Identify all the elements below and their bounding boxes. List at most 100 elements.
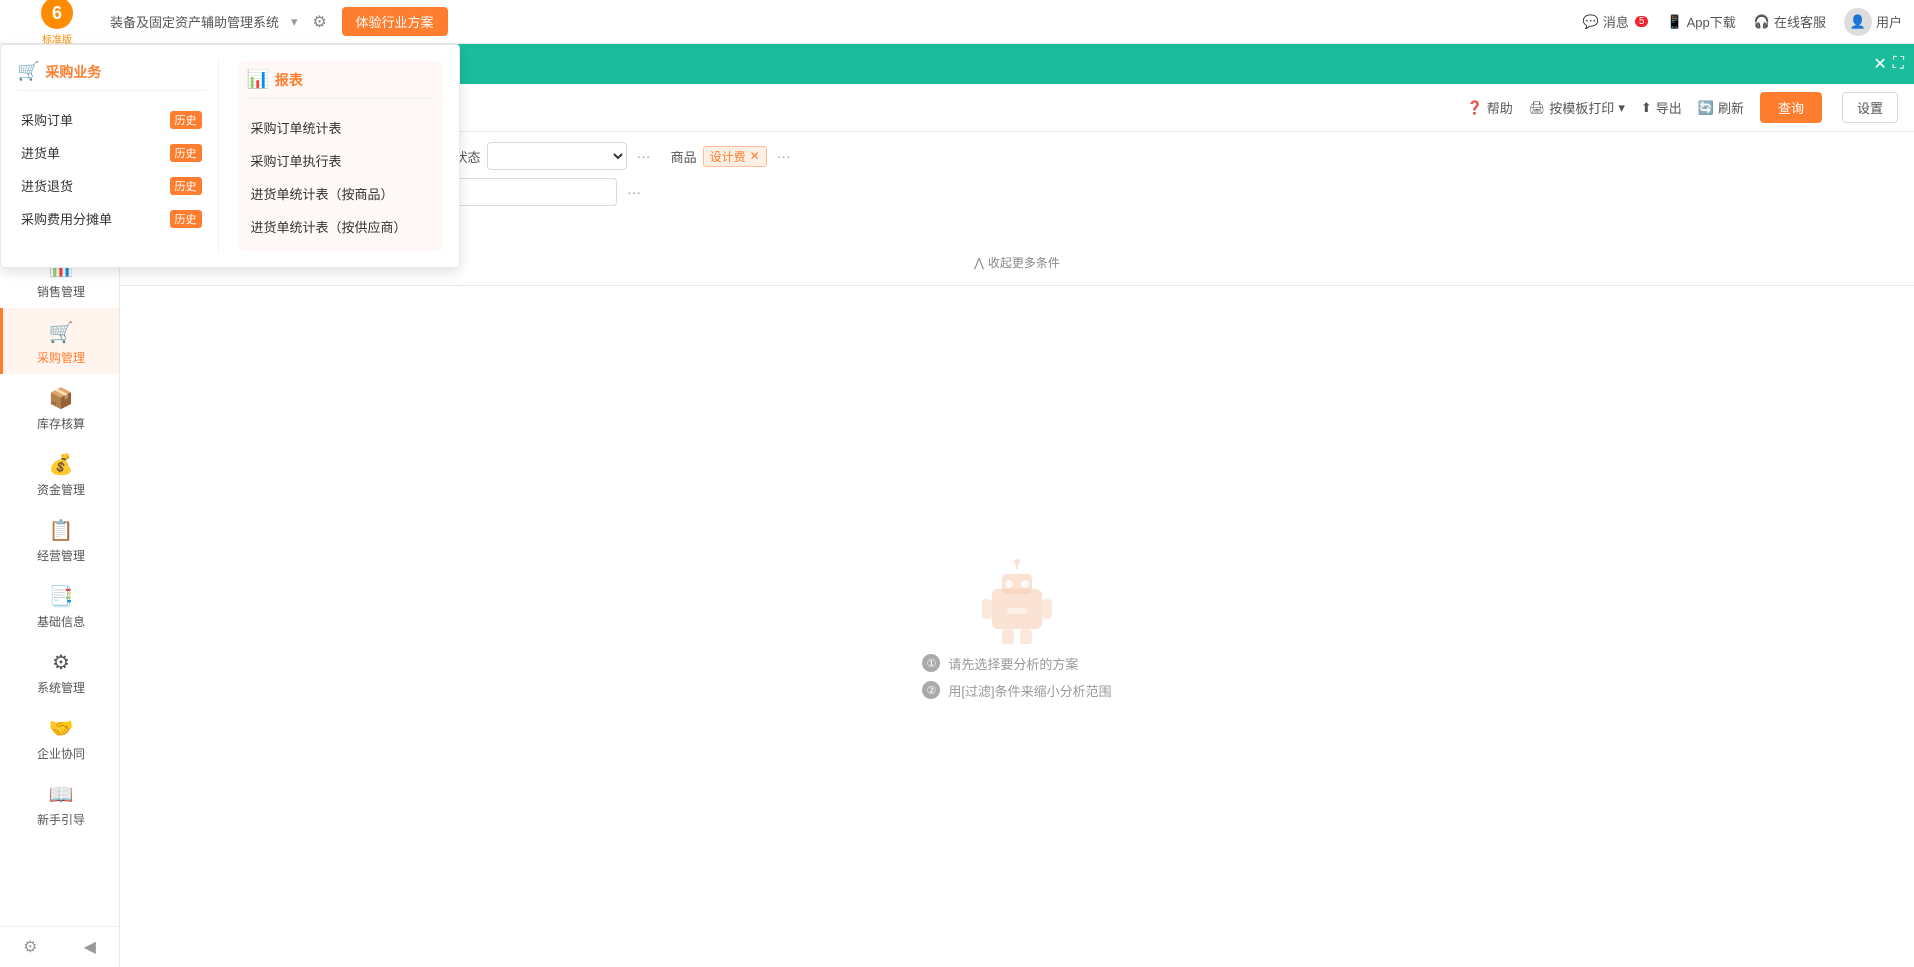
phone-icon: 📱 <box>1666 14 1682 30</box>
sidebar-label-operations: 经营管理 <box>37 547 85 564</box>
refresh-button[interactable]: 🔄 刷新 <box>1698 98 1744 117</box>
history-badge-purchase-expense[interactable]: 历史 <box>170 210 202 228</box>
refresh-label: 刷新 <box>1718 98 1744 117</box>
sidebar-footer: ⚙ ◀ <box>0 926 119 967</box>
sidebar-item-basic-info[interactable]: 📑 基础信息 <box>0 572 119 638</box>
dropdown-right-item-purchase-order-exec[interactable]: 采购订单执行表 <box>247 144 436 177</box>
empty-hint-item-1: ① 请先选择要分析的方案 <box>922 654 1111 673</box>
sidebar-label-enterprise: 企业协同 <box>37 745 85 762</box>
purchase-icon: 🛒 <box>17 61 39 82</box>
filter-goods-tag-close[interactable]: ✕ <box>750 149 760 163</box>
dropdown-left-item-stock-return[interactable]: 进货退货历史 <box>17 169 206 202</box>
sidebar-item-purchase[interactable]: 🛒采购管理 <box>0 308 119 374</box>
empty-state: ① 请先选择要分析的方案 ② 用[过滤]条件来缩小分析范围 <box>120 286 1914 967</box>
messages-label: 消息 <box>1603 12 1629 31</box>
sidebar-item-operations[interactable]: 📋 经营管理 <box>0 506 119 572</box>
dropdown-left-label-purchase-order: 采购订单 <box>21 110 73 129</box>
dropdown-left-label-stock-in: 进货单 <box>21 143 60 162</box>
title-dropdown-icon[interactable]: ▾ <box>291 14 298 30</box>
system-title: 装备及固定资产辅助管理系统 <box>110 12 279 31</box>
sidebar-label-basic-info: 基础信息 <box>37 613 85 630</box>
settings-button[interactable]: 设置 <box>1842 92 1898 123</box>
dropdown-right-title: 📊 报表 <box>247 69 436 99</box>
dropdown-right-item-stock-in-stat-goods[interactable]: 进货单统计表（按商品） <box>247 177 436 210</box>
empty-robot-icon <box>967 554 1067 654</box>
dropdown-right-item-purchase-order-stat[interactable]: 采购订单统计表 <box>247 111 436 144</box>
report-icon: 📊 <box>247 69 269 90</box>
avatar: 👤 <box>1844 8 1872 36</box>
sidebar-label-finance: 资金管理 <box>37 481 85 498</box>
sidebar-label-system: 系统管理 <box>37 679 85 696</box>
tab-close-window-button[interactable]: ✕ <box>1873 54 1886 74</box>
app-download-button[interactable]: 📱 App下载 <box>1666 12 1735 31</box>
dropdown-left-title-label: 采购业务 <box>45 62 101 82</box>
dropdown-left-item-purchase-expense[interactable]: 采购费用分摊单 历史 <box>17 202 206 235</box>
filter-goods-label: 商品 <box>671 147 697 166</box>
hint-text-1: 请先选择要分析的方案 <box>948 654 1078 673</box>
inventory-icon: 📦 <box>49 386 74 411</box>
dropdown-left-title: 🛒 采购业务 <box>17 61 206 91</box>
sidebar-label-guide: 新手引导 <box>37 811 85 828</box>
operations-icon: 📋 <box>49 518 74 543</box>
messages-badge: 5 <box>1635 16 1649 27</box>
history-badge-purchase-order[interactable]: 历史 <box>170 111 202 129</box>
help-button[interactable]: ❓ 帮助 <box>1467 98 1513 117</box>
help-label: 帮助 <box>1487 98 1513 117</box>
hint-text-2: 用[过滤]条件来缩小分析范围 <box>948 681 1111 700</box>
help-icon: ❓ <box>1467 100 1483 116</box>
dropdown-left-label-purchase-expense: 采购费用分摊单 <box>21 209 112 228</box>
dropdown-right-label-stock-in-stat-supplier: 进货单统计表（按供应商） <box>251 217 407 236</box>
sidebar-item-enterprise[interactable]: 🤝企业协同 <box>0 704 119 770</box>
dropdown-col-left: 🛒 采购业务 采购订单历史进货单历史进货退货历史采购费用分摊单历史 <box>17 61 206 251</box>
purchase-dropdown-menu: 🛒 采购业务 采购订单历史进货单历史进货退货历史采购费用分摊单历史 📊 报表 采… <box>0 44 460 268</box>
print-label: 按模板打印 <box>1549 98 1614 117</box>
app-download-label: App下载 <box>1687 12 1736 31</box>
filter-goods-tag-value: 设计费 <box>710 148 746 165</box>
query-button[interactable]: 查询 <box>1760 92 1822 123</box>
history-badge-stock-in[interactable]: 历史 <box>170 144 202 162</box>
topbar: 6 标准版 装备及固定资产辅助管理系统 ▾ ⚙ 体验行业方案 💬 消息 5 📱 … <box>0 0 1914 44</box>
online-service-button[interactable]: 🎧 在线客服 <box>1754 12 1826 31</box>
dropdown-right-label-stock-in-stat-goods: 进货单统计表（按商品） <box>251 184 394 203</box>
collapse-up-icon: ⋀ <box>974 256 984 270</box>
dropdown-items-right: 采购订单统计表采购订单执行表进货单统计表（按商品） 进货单统计表（按供应商） <box>247 111 436 243</box>
refresh-icon: 🔄 <box>1698 100 1714 116</box>
export-button[interactable]: ⬆ 导出 <box>1641 98 1682 117</box>
print-icon: 🖨 <box>1529 100 1546 116</box>
messages-button[interactable]: 💬 消息 5 <box>1583 12 1649 31</box>
topbar-settings-button[interactable]: ⚙ <box>306 8 334 36</box>
filter-status-ellipsis[interactable]: ··· <box>633 148 655 164</box>
filter-salesperson-ellipsis[interactable]: ··· <box>623 184 645 200</box>
filter-status-select[interactable] <box>487 142 627 170</box>
sidebar-item-inventory[interactable]: 📦 库存核算 <box>0 374 119 440</box>
sidebar-settings-button[interactable]: ⚙ <box>23 937 37 957</box>
user-label: 用户 <box>1876 12 1902 31</box>
empty-hint-item-2: ② 用[过滤]条件来缩小分析范围 <box>922 681 1111 700</box>
dropdown-left-item-purchase-order[interactable]: 采购订单 历史 <box>17 103 206 136</box>
print-dropdown-icon[interactable]: ▾ <box>1618 100 1625 116</box>
history-badge-stock-return[interactable]: 历史 <box>170 177 202 195</box>
filter-goods-tag: 设计费 ✕ <box>703 146 767 167</box>
filter-goods: 商品 设计费 ✕ ··· <box>671 146 795 167</box>
user-button[interactable]: 👤 用户 <box>1844 8 1902 36</box>
sidebar-label-inventory: 库存核算 <box>37 415 85 432</box>
collapse-label: 收起更多条件 <box>988 254 1060 271</box>
sidebar-collapse-button[interactable]: ◀ <box>84 937 96 957</box>
dropdown-items-left: 采购订单历史进货单历史进货退货历史采购费用分摊单历史 <box>17 103 206 235</box>
dropdown-right-item-stock-in-stat-supplier[interactable]: 进货单统计表（按供应商） <box>247 210 436 243</box>
dropdown-left-item-stock-in[interactable]: 进货单 历史 <box>17 136 206 169</box>
basic-info-icon: 📑 <box>49 584 74 609</box>
tab-maximize-button[interactable]: ⛶ <box>1893 55 1904 73</box>
topbar-right: 💬 消息 5 📱 App下载 🎧 在线客服 👤 用户 <box>1583 8 1902 36</box>
system-icon: ⚙ <box>52 650 70 675</box>
sidebar-item-finance[interactable]: 💰资金管理 <box>0 440 119 506</box>
sidebar-item-guide[interactable]: 📖 新手引导 <box>0 770 119 836</box>
export-label: 导出 <box>1656 98 1682 117</box>
sidebar-item-system[interactable]: ⚙ 系统管理 <box>0 638 119 704</box>
trial-button[interactable]: 体验行业方案 <box>342 7 448 36</box>
guide-icon: 📖 <box>49 782 74 807</box>
sidebar-label-sales: 销售管理 <box>37 283 85 300</box>
print-button[interactable]: 🖨 按模板打印 ▾ <box>1529 98 1625 117</box>
filter-goods-ellipsis[interactable]: ··· <box>773 148 795 164</box>
tab-bar-right: ✕ ⛶ <box>1873 54 1914 74</box>
